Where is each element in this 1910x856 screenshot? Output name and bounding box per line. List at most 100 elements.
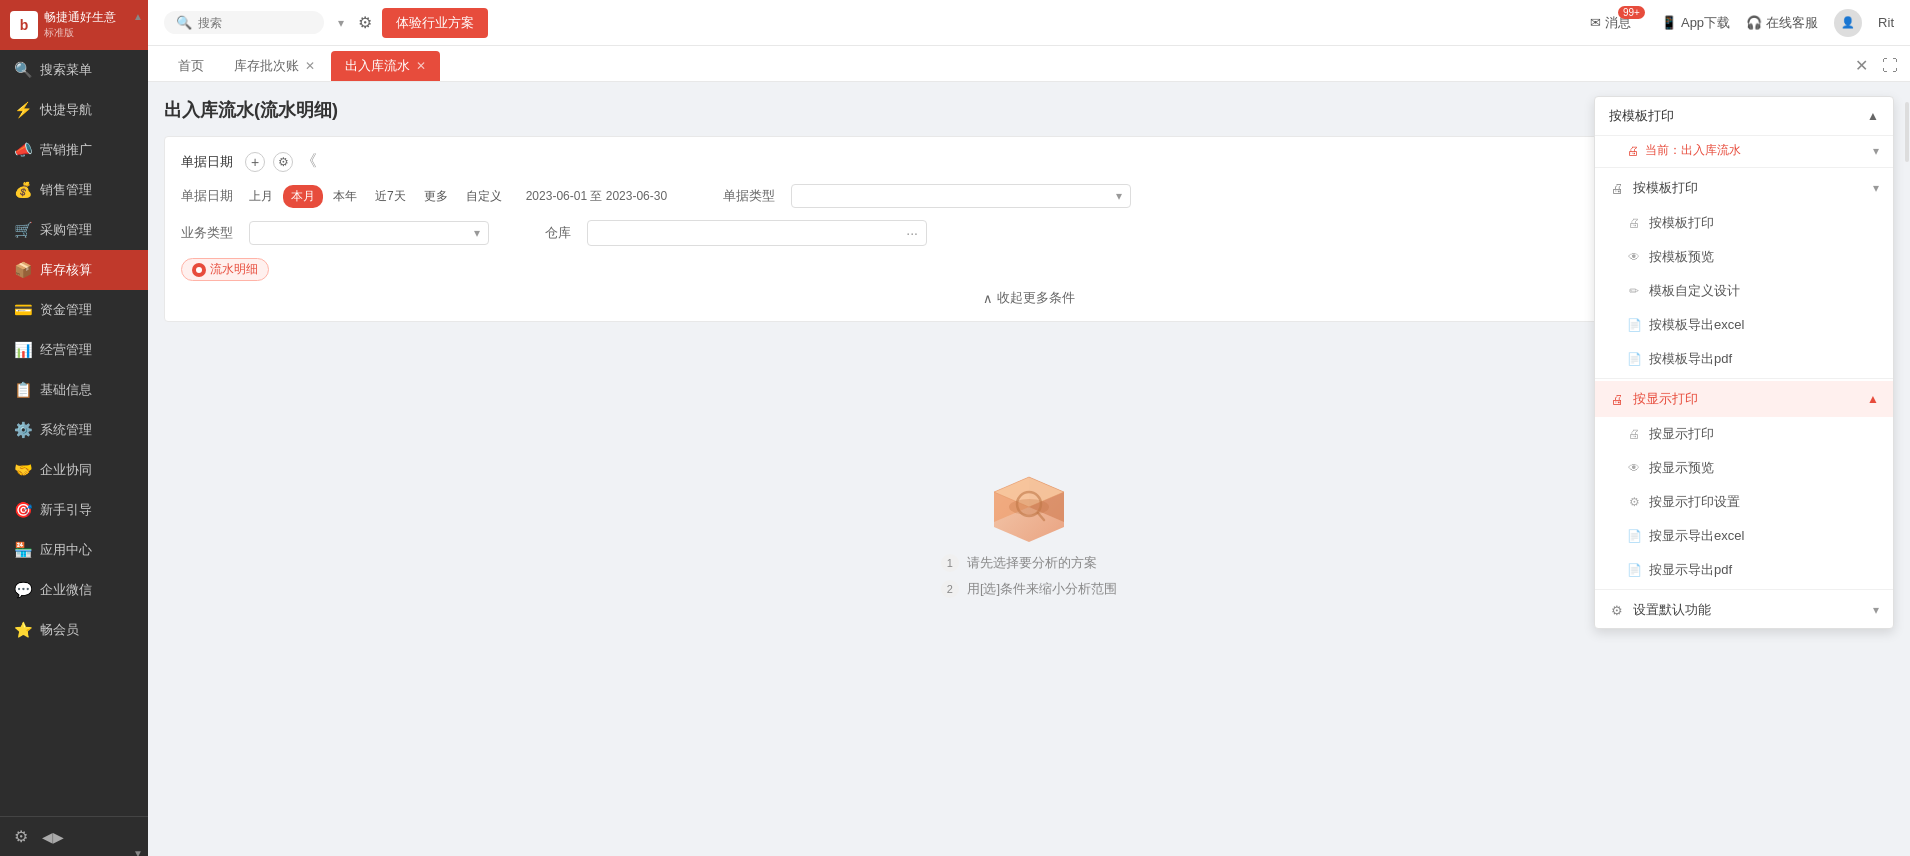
dropdown-template-print-group[interactable]: 🖨 按模板打印 ▾ (1595, 170, 1893, 206)
sidebar-item-basic[interactable]: 📋 基础信息 (0, 370, 148, 410)
collapse-filter-button[interactable]: 《 (301, 151, 317, 172)
scroll-down-icon[interactable]: ▼ (133, 848, 143, 856)
sub-display-excel-label: 按显示导出excel (1649, 527, 1744, 545)
sidebar-item-system[interactable]: ⚙️ 系统管理 (0, 410, 148, 450)
date-tab-prev-month[interactable]: 上月 (241, 185, 281, 208)
date-tab-7days[interactable]: 近7天 (367, 185, 414, 208)
biz-type-select[interactable]: ▾ (249, 221, 489, 245)
sidebar-item-wechat[interactable]: 💬 企业微信 (0, 570, 148, 610)
display-group-arrow: ▲ (1867, 392, 1879, 406)
sidebar-item-label: 企业微信 (40, 581, 92, 599)
scroll-up-icon[interactable]: ▲ (133, 11, 143, 22)
sidebar-item-finance[interactable]: 💳 资金管理 (0, 290, 148, 330)
printer-group-icon: 🖨 (1609, 180, 1625, 196)
type-select[interactable]: ▾ (791, 184, 1131, 208)
dropdown-display-print[interactable]: 🖨 按显示打印 (1595, 417, 1893, 451)
dropdown-header: 按模板打印 ▲ (1595, 97, 1893, 136)
dropdown-collapse-icon[interactable]: ▲ (1867, 109, 1879, 123)
sidebar-item-newbie[interactable]: 🎯 新手引导 (0, 490, 148, 530)
collapse-label: 收起更多条件 (997, 289, 1075, 307)
main-content: 🔍 ▾ ⚙ 体验行业方案 ✉ 消息 99+ 📱 App下载 🎧 在线客服 👤 R… (148, 0, 1910, 856)
warehouse-select[interactable]: ··· (587, 220, 927, 246)
sub-pdf-icon-2: 📄 (1627, 563, 1641, 577)
dropdown-display-export-excel[interactable]: 📄 按显示导出excel (1595, 519, 1893, 553)
collapse-more-button[interactable]: ∧ 收起更多条件 (983, 289, 1075, 307)
maximize-window-icon[interactable]: ⛶ (1878, 55, 1902, 77)
empty-icon (979, 452, 1079, 542)
shortcut-icon: ⚡ (14, 101, 32, 119)
vip-icon: ⭐ (14, 621, 32, 639)
add-filter-button[interactable]: + (245, 152, 265, 172)
collapse-sidebar-icon[interactable]: ◀▶ (42, 829, 64, 845)
date-tab-custom[interactable]: 自定义 (458, 185, 510, 208)
app-label: App下载 (1681, 14, 1730, 32)
dropdown-template-preview[interactable]: 👁 按模板预览 (1595, 240, 1893, 274)
tab-batch[interactable]: 库存批次账 ✕ (220, 51, 329, 81)
topbar-right: ✉ 消息 99+ 📱 App下载 🎧 在线客服 👤 Rit (1590, 9, 1894, 37)
date-tabs: 上月 本月 本年 近7天 更多 自定义 (241, 185, 510, 208)
wechat-icon: 💬 (14, 581, 32, 599)
sidebar-item-marketing[interactable]: 📣 营销推广 (0, 130, 148, 170)
sidebar-item-shortcut[interactable]: ⚡ 快捷导航 (0, 90, 148, 130)
topbar-gear-icon[interactable]: ⚙ (358, 13, 372, 32)
date-tab-current-month[interactable]: 本月 (283, 185, 323, 208)
sidebar-item-label: 经营管理 (40, 341, 92, 359)
warehouse-select-dots: ··· (906, 225, 918, 241)
tab-flow[interactable]: 出入库流水 ✕ (331, 51, 440, 81)
dropdown-display-print-settings[interactable]: ⚙ 按显示打印设置 (1595, 485, 1893, 519)
sidebar-item-coop[interactable]: 🤝 企业协同 (0, 450, 148, 490)
filter-settings-button[interactable]: ⚙ (273, 152, 293, 172)
dropdown-template-export-pdf[interactable]: 📄 按模板导出pdf (1595, 342, 1893, 376)
dropdown-template-print[interactable]: 🖨 按模板打印 (1595, 206, 1893, 240)
settings-bottom-icon[interactable]: ⚙ (14, 827, 28, 846)
right-scrollbar[interactable] (1904, 82, 1910, 856)
topbar-chevron-icon[interactable]: ▾ (338, 16, 344, 30)
trial-button[interactable]: 体验行业方案 (382, 8, 488, 38)
tab-batch-close[interactable]: ✕ (305, 59, 315, 73)
search-icon: 🔍 (14, 61, 32, 79)
app-download-button[interactable]: 📱 App下载 (1661, 14, 1730, 32)
sub-display-settings-label: 按显示打印设置 (1649, 493, 1740, 511)
filter-tag-liushui[interactable]: 流水明细 (181, 258, 269, 281)
marketing-icon: 📣 (14, 141, 32, 159)
empty-step-2: 2 用[选]条件来缩小分析范围 (941, 580, 1117, 598)
tabs-controls: ✕ ⛶ (1851, 54, 1902, 77)
display-preview-icon: 👁 (1627, 461, 1641, 475)
sidebar-item-operation[interactable]: 📊 经营管理 (0, 330, 148, 370)
logo-icon: b (10, 11, 38, 39)
dropdown-display-preview[interactable]: 👁 按显示预览 (1595, 451, 1893, 485)
dropdown-template-design[interactable]: ✏ 模板自定义设计 (1595, 274, 1893, 308)
date-tab-more[interactable]: 更多 (416, 185, 456, 208)
sidebar-item-vip[interactable]: ⭐ 畅会员 (0, 610, 148, 650)
empty-steps: 1 请先选择要分析的方案 2 用[选]条件来缩小分析范围 (941, 554, 1117, 598)
biz-type-label: 业务类型 (181, 224, 233, 242)
dropdown-display-export-pdf[interactable]: 📄 按显示导出pdf (1595, 553, 1893, 587)
sidebar-item-sales[interactable]: 💰 销售管理 (0, 170, 148, 210)
topbar-search-box[interactable]: 🔍 (164, 11, 324, 34)
newbie-icon: 🎯 (14, 501, 32, 519)
sidebar-item-apps[interactable]: 🏪 应用中心 (0, 530, 148, 570)
tab-flow-close[interactable]: ✕ (416, 59, 426, 73)
dropdown-template-export-excel[interactable]: 📄 按模板导出excel (1595, 308, 1893, 342)
dropdown-display-print-group[interactable]: 🖨 按显示打印 ▲ (1595, 381, 1893, 417)
warehouse-field: 仓库 ··· (545, 220, 927, 246)
close-window-icon[interactable]: ✕ (1851, 54, 1872, 77)
dropdown-current-item[interactable]: 🖨 当前：出入库流水 ▾ (1595, 136, 1893, 165)
dropdown-current-icon: 🖨 (1627, 144, 1639, 158)
sidebar-item-purchase[interactable]: 🛒 采购管理 (0, 210, 148, 250)
inventory-icon: 📦 (14, 261, 32, 279)
user-avatar[interactable]: 👤 (1834, 9, 1862, 37)
messages-button[interactable]: ✉ 消息 99+ (1590, 14, 1631, 32)
sidebar-item-search[interactable]: 🔍 搜索菜单 (0, 50, 148, 90)
date-tab-current-year[interactable]: 本年 (325, 185, 365, 208)
search-input[interactable] (198, 16, 298, 30)
customer-service-button[interactable]: 🎧 在线客服 (1746, 14, 1818, 32)
sales-icon: 💰 (14, 181, 32, 199)
dropdown-set-default[interactable]: ⚙ 设置默认功能 ▾ (1595, 592, 1893, 628)
sub-display-print-label: 按显示打印 (1649, 425, 1714, 443)
page-content: 出入库流水(流水明细) 🖨 按模板打印 ▲ ↑ 导出 ↻ 刷新 (148, 82, 1910, 856)
tab-home[interactable]: 首页 (164, 51, 218, 81)
basic-icon: 📋 (14, 381, 32, 399)
sidebar-item-inventory[interactable]: 📦 库存核算 (0, 250, 148, 290)
display-sub-printer-icon: 🖨 (1627, 427, 1641, 441)
